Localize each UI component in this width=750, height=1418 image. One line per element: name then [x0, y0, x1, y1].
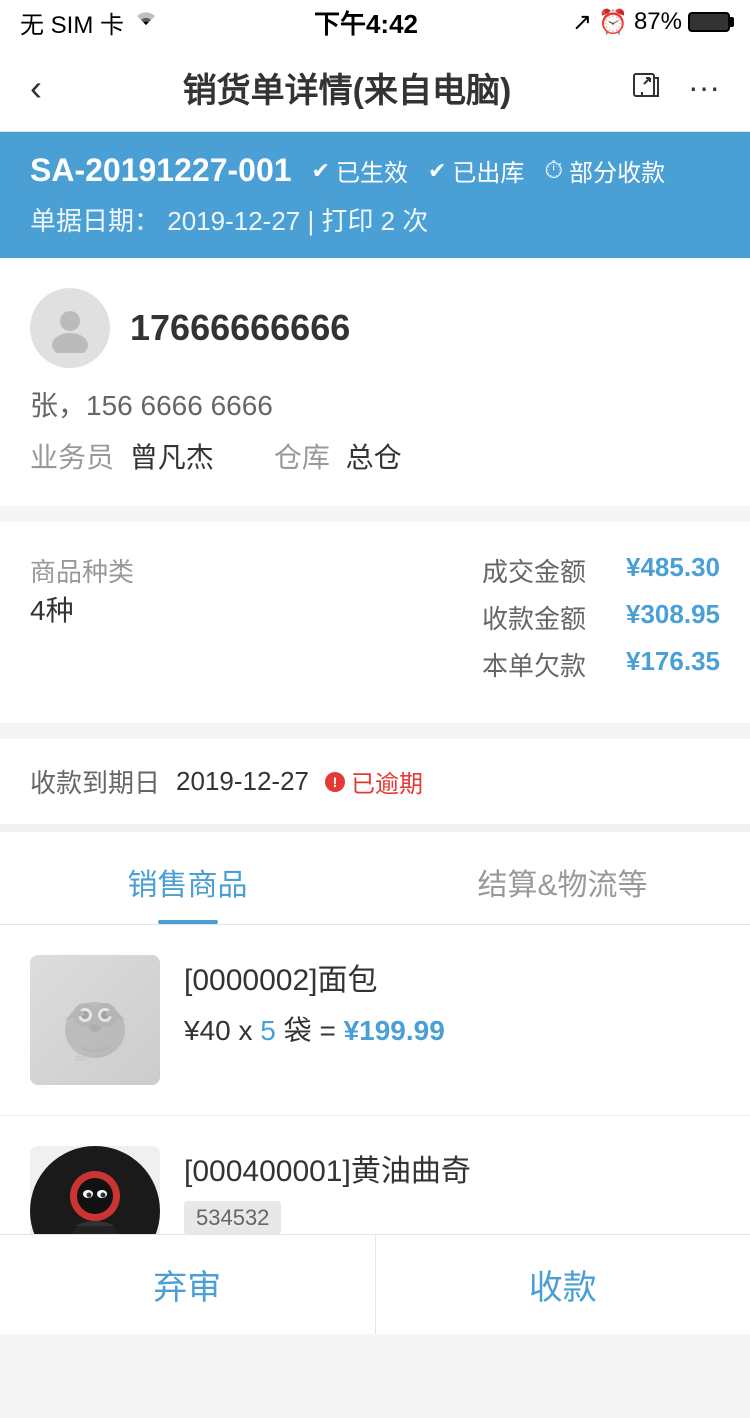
alarm-icon: ⏰: [598, 8, 628, 37]
customer-phone: 17666666666: [130, 307, 350, 349]
svg-text:品+: 品+: [75, 1051, 91, 1063]
sim-status: 无 SIM 卡: [20, 5, 124, 40]
confirm-button[interactable]: 收款: [376, 1235, 750, 1334]
more-button[interactable]: ···: [688, 69, 720, 106]
warehouse-label: 仓库: [274, 442, 330, 473]
status-left: 无 SIM 卡: [20, 5, 160, 40]
product-qty-1: 5: [260, 1015, 276, 1046]
overdue-text: 已逾期: [351, 764, 423, 799]
type-value: 4种: [30, 589, 134, 629]
list-item: 品+ [0000002]面包 ¥40 x 5 袋 = ¥199.99: [0, 925, 750, 1116]
tabs-section: 销售商品 结算&物流等: [0, 832, 750, 925]
summary-right: 成交金额 ¥485.30 收款金额 ¥308.95 本单欠款 ¥176.35: [482, 552, 720, 693]
received-value: ¥308.95: [626, 599, 720, 636]
order-header-top: SA-20191227-001 ✔ 已生效 ✔ 已出库 ⏱ 部分收款: [30, 152, 720, 189]
product-image-placeholder-1: 品+: [30, 955, 160, 1085]
due-date-section: 收款到期日 2019-12-27 ! 已逾期: [0, 739, 750, 832]
location-icon: ↗: [572, 8, 592, 37]
nav-actions: ···: [632, 68, 720, 108]
overdue-badge: ! 已逾期: [325, 764, 423, 799]
deal-value: ¥485.30: [626, 552, 720, 589]
staff-name: 曾凡杰: [130, 442, 214, 473]
owe-label: 本单欠款: [482, 646, 586, 683]
product-info-1: [0000002]面包 ¥40 x 5 袋 = ¥199.99: [184, 955, 720, 1049]
received-amount-row: 收款金额 ¥308.95: [482, 599, 720, 636]
deal-label: 成交金额: [482, 552, 586, 589]
check-icon-1: ✔: [312, 158, 330, 184]
type-label: 商品种类: [30, 552, 134, 589]
tab-products[interactable]: 销售商品: [0, 832, 375, 924]
product-image-1: 品+: [30, 955, 160, 1085]
tab-settlement[interactable]: 结算&物流等: [375, 832, 750, 924]
status-partial: ⏱ 部分收款: [544, 153, 665, 188]
owe-value: ¥176.35: [626, 646, 720, 683]
due-date-value: 2019-12-27: [176, 766, 309, 797]
page-title: 销货单详情(来自电脑): [62, 63, 632, 112]
staff-info: 业务员 曾凡杰: [30, 436, 214, 476]
order-id: SA-20191227-001: [30, 152, 292, 189]
battery-percent: 87%: [634, 8, 682, 36]
bottom-actions: 弃审 收款: [0, 1234, 750, 1334]
received-label: 收款金额: [482, 599, 586, 636]
staff-label: 业务员: [30, 442, 114, 473]
customer-section: 17666666666 张，156 6666 6666 业务员 曾凡杰 仓库 总…: [0, 258, 750, 506]
summary-left: 商品种类 4种: [30, 552, 134, 629]
wifi-icon: [132, 8, 160, 36]
order-header: SA-20191227-001 ✔ 已生效 ✔ 已出库 ⏱ 部分收款 单据日期：…: [0, 132, 750, 258]
order-meta: 单据日期： 2019-12-27 | 打印 2 次: [30, 201, 720, 238]
cancel-button[interactable]: 弃审: [0, 1235, 376, 1334]
customer-staff: 业务员 曾凡杰 仓库 总仓: [30, 436, 720, 476]
avatar: [30, 288, 110, 368]
battery-icon: [688, 12, 730, 32]
overdue-icon: !: [325, 772, 345, 792]
warehouse-info: 仓库 总仓: [274, 436, 402, 476]
product-name-1: [0000002]面包: [184, 955, 720, 999]
customer-top: 17666666666: [30, 288, 720, 368]
status-bar: 无 SIM 卡 下午4:42 ↗ ⏰ 87%: [0, 0, 750, 44]
product-name-2: [000400001]黄油曲奇: [184, 1146, 720, 1190]
nav-bar: ‹ 销货单详情(来自电脑) ···: [0, 44, 750, 132]
warehouse-name: 总仓: [346, 442, 402, 473]
clock-icon: ⏱: [544, 157, 563, 185]
summary-section: 商品种类 4种 成交金额 ¥485.30 收款金额 ¥308.95 本单欠款 ¥…: [0, 522, 750, 723]
due-label: 收款到期日: [30, 763, 160, 800]
owe-amount-row: 本单欠款 ¥176.35: [482, 646, 720, 683]
check-icon-2: ✔: [428, 158, 446, 184]
product-badge-2: 534532: [184, 1201, 281, 1235]
customer-info: 张，156 6666 6666: [30, 384, 720, 424]
back-button[interactable]: ‹: [30, 67, 42, 109]
share-button[interactable]: [632, 68, 664, 108]
product-price-1: ¥40 x 5 袋 = ¥199.99: [184, 1009, 720, 1049]
deal-amount-row: 成交金额 ¥485.30: [482, 552, 720, 589]
status-right: ↗ ⏰ 87%: [572, 8, 730, 37]
status-time: 下午4:42: [314, 4, 418, 41]
status-shipped: ✔ 已出库: [428, 153, 524, 188]
product-total-1: ¥199.99: [344, 1015, 445, 1046]
status-effective: ✔ 已生效: [312, 153, 408, 188]
